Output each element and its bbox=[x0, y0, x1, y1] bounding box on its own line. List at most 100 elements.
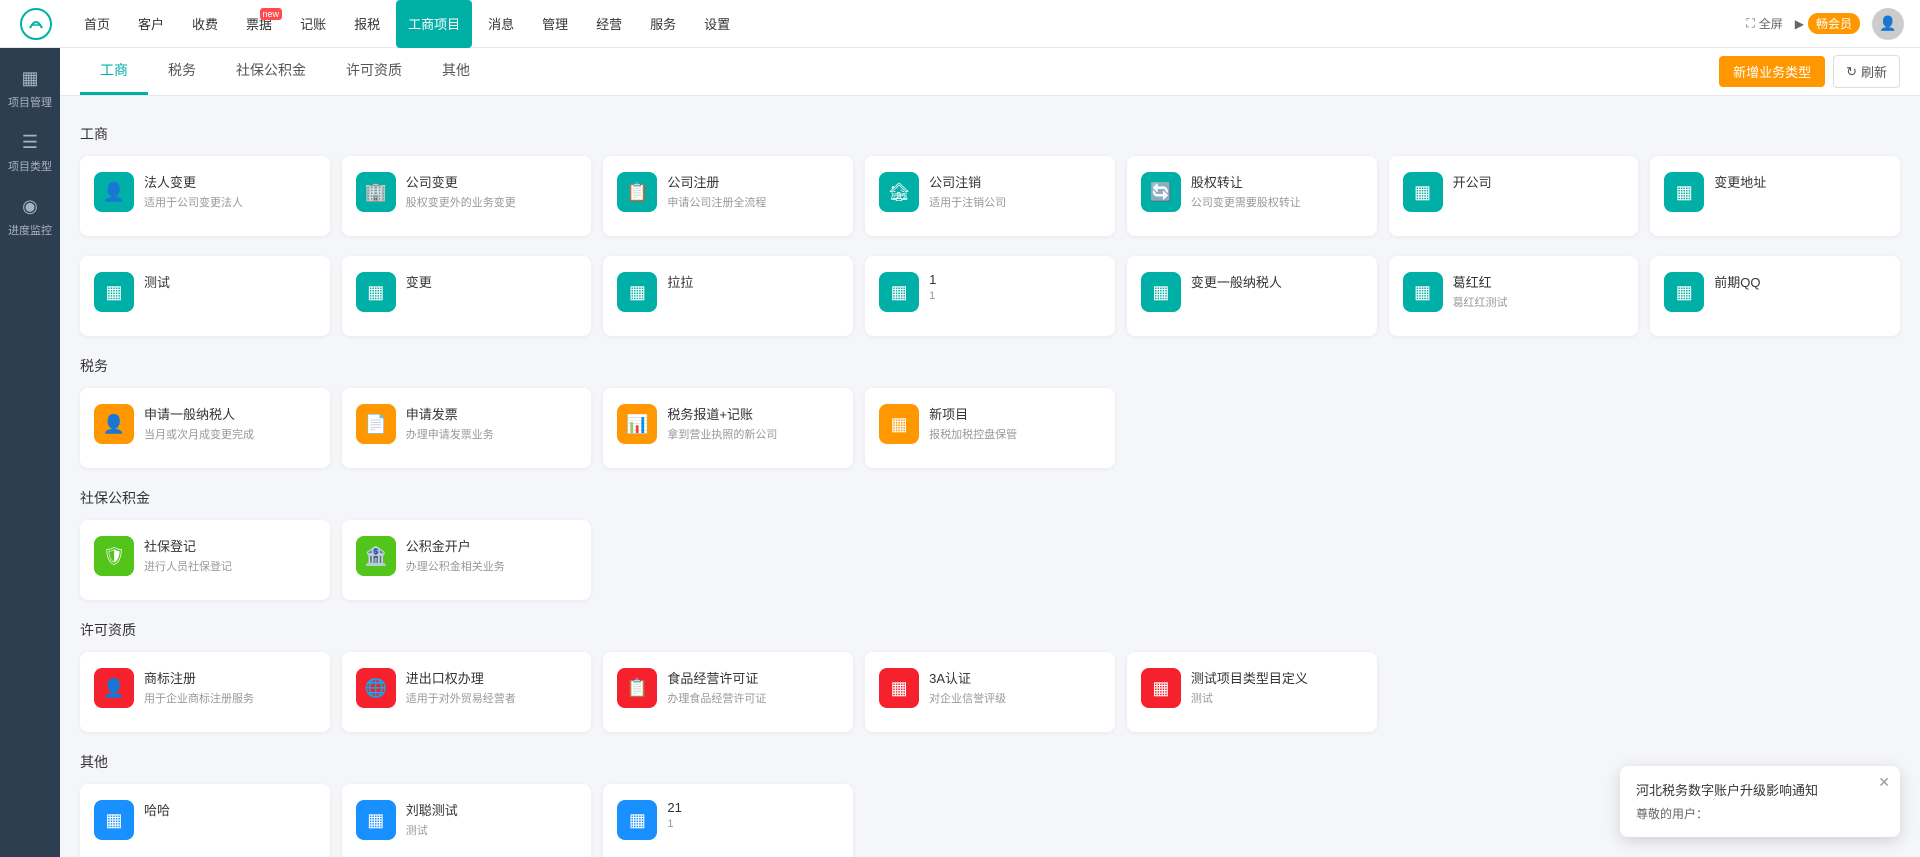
sidebar-item-0[interactable]: ▦项目管理 bbox=[0, 56, 60, 120]
card-icon-5-1: ▦ bbox=[356, 800, 396, 840]
card-4-3[interactable]: ▦3A认证对企业信誉评级 bbox=[865, 652, 1115, 732]
card-desc-0-1: 股权变更外的业务变更 bbox=[406, 194, 578, 210]
card-2-1[interactable]: 📄申请发票办理申请发票业务 bbox=[342, 388, 592, 468]
sidebar-icon-2: ◉ bbox=[18, 194, 42, 218]
nav-items: 首页客户收费票据new记账报税工商项目消息管理经营服务设置 bbox=[72, 0, 1746, 48]
card-3-0[interactable]: 🛡社保登记进行人员社保登记 bbox=[80, 520, 330, 600]
nav-item-设置[interactable]: 设置 bbox=[692, 0, 742, 48]
card-name-5-1: 刘聪测试 bbox=[406, 800, 578, 819]
card-4-4[interactable]: ▦测试项目类型目定义测试 bbox=[1127, 652, 1377, 732]
nav-item-记账[interactable]: 记账 bbox=[288, 0, 338, 48]
nav-item-首页[interactable]: 首页 bbox=[72, 0, 122, 48]
card-icon-2-0: 👤 bbox=[94, 404, 134, 444]
card-1-6[interactable]: ▦前期QQ bbox=[1650, 256, 1900, 336]
card-icon-1-6: ▦ bbox=[1664, 272, 1704, 312]
card-name-4-4: 测试项目类型目定义 bbox=[1191, 668, 1363, 687]
card-5-2[interactable]: ▦211 bbox=[603, 784, 853, 857]
card-info-2-1: 申请发票办理申请发票业务 bbox=[406, 404, 578, 442]
card-0-3[interactable]: 🏚公司注销适用于注销公司 bbox=[865, 156, 1115, 236]
avatar[interactable]: 👤 bbox=[1872, 8, 1904, 40]
content-area: 工商👤法人变更适用于公司变更法人🏢公司变更股权变更外的业务变更📋公司注册申请公司… bbox=[60, 96, 1920, 857]
fullscreen-label: 全屏 bbox=[1759, 15, 1783, 32]
nav-item-管理[interactable]: 管理 bbox=[530, 0, 580, 48]
card-3-1[interactable]: 🏦公积金开户办理公积金相关业务 bbox=[342, 520, 592, 600]
sidebar-item-2[interactable]: ◉ 进度监控 bbox=[0, 184, 60, 248]
sidebar-item-1[interactable]: ☰项目类型 bbox=[0, 120, 60, 184]
card-2-2[interactable]: 📊税务报道+记账拿到营业执照的新公司 bbox=[603, 388, 853, 468]
member-button[interactable]: ▶ 畅会员 bbox=[1795, 13, 1860, 34]
fullscreen-button[interactable]: ⛶ 全屏 bbox=[1746, 15, 1782, 32]
card-desc-5-2: 1 bbox=[667, 818, 839, 830]
card-1-0[interactable]: ▦测试 bbox=[80, 256, 330, 336]
card-info-1-3: 11 bbox=[929, 272, 1101, 302]
card-info-3-1: 公积金开户办理公积金相关业务 bbox=[406, 536, 578, 574]
card-0-4[interactable]: 🔄股权转让公司变更需要股权转让 bbox=[1127, 156, 1377, 236]
card-0-6[interactable]: ▦变更地址 bbox=[1650, 156, 1900, 236]
card-info-0-1: 公司变更股权变更外的业务变更 bbox=[406, 172, 578, 210]
nav-item-服务[interactable]: 服务 bbox=[638, 0, 688, 48]
nav-item-消息[interactable]: 消息 bbox=[476, 0, 526, 48]
add-type-button[interactable]: 新增业务类型 bbox=[1719, 56, 1825, 87]
member-icon: ▶ bbox=[1795, 17, 1804, 31]
refresh-button[interactable]: ↻ 刷新 bbox=[1833, 55, 1900, 88]
notification-title: 河北税务数字账户升级影响通知 bbox=[1636, 780, 1884, 799]
card-info-2-3: 新项目报税加税控盘保管 bbox=[929, 404, 1101, 442]
card-info-0-4: 股权转让公司变更需要股权转让 bbox=[1191, 172, 1363, 210]
card-name-0-4: 股权转让 bbox=[1191, 172, 1363, 191]
card-desc-2-2: 拿到营业执照的新公司 bbox=[667, 426, 839, 442]
card-1-3[interactable]: ▦11 bbox=[865, 256, 1115, 336]
card-info-4-2: 食品经营许可证办理食品经营许可证 bbox=[667, 668, 839, 706]
card-5-1[interactable]: ▦ 刘聪测试测试 bbox=[342, 784, 592, 857]
card-2-3[interactable]: ▦新项目报税加税控盘保管 bbox=[865, 388, 1115, 468]
sub-tab-工商[interactable]: 工商 bbox=[80, 48, 148, 95]
card-0-1[interactable]: 🏢公司变更股权变更外的业务变更 bbox=[342, 156, 592, 236]
cards-grid-3: 🛡社保登记进行人员社保登记🏦公积金开户办理公积金相关业务 bbox=[80, 520, 1900, 600]
card-1-2[interactable]: ▦拉拉 bbox=[603, 256, 853, 336]
nav-item-收费[interactable]: 收费 bbox=[180, 0, 230, 48]
cards-grid-4: 👤商标注册用于企业商标注册服务🌐进出口权办理适用于对外贸易经营者📋食品经营许可证… bbox=[80, 652, 1900, 732]
card-4-2[interactable]: 📋食品经营许可证办理食品经营许可证 bbox=[603, 652, 853, 732]
card-info-2-2: 税务报道+记账拿到营业执照的新公司 bbox=[667, 404, 839, 442]
card-name-1-2: 拉拉 bbox=[667, 272, 839, 291]
nav-badge-new: new bbox=[260, 8, 283, 20]
card-2-0[interactable]: 👤申请一般纳税人当月或次月成变更完成 bbox=[80, 388, 330, 468]
card-5-0[interactable]: ▦哈哈 bbox=[80, 784, 330, 857]
card-1-5[interactable]: ▦葛红红葛红红测试 bbox=[1389, 256, 1639, 336]
nav-item-客户[interactable]: 客户 bbox=[126, 0, 176, 48]
card-1-1[interactable]: ▦ 变更 bbox=[342, 256, 592, 336]
nav-item-工商项目[interactable]: 工商项目 bbox=[396, 0, 472, 48]
card-name-0-2: 公司注册 bbox=[667, 172, 839, 191]
sub-tab-社保公积金[interactable]: 社保公积金 bbox=[216, 48, 326, 95]
card-desc-4-2: 办理食品经营许可证 bbox=[667, 690, 839, 706]
card-0-5[interactable]: ▦开公司 bbox=[1389, 156, 1639, 236]
nav-item-报税[interactable]: 报税 bbox=[342, 0, 392, 48]
sidebar-label-0: 项目管理 bbox=[8, 94, 52, 110]
card-4-1[interactable]: 🌐进出口权办理适用于对外贸易经营者 bbox=[342, 652, 592, 732]
refresh-icon: ↻ bbox=[1846, 64, 1857, 80]
card-name-1-3: 1 bbox=[929, 272, 1101, 287]
sidebar-label-2: 进度监控 bbox=[8, 222, 52, 238]
card-info-5-2: 211 bbox=[667, 800, 839, 830]
card-0-2[interactable]: 📋公司注册申请公司注册全流程 bbox=[603, 156, 853, 236]
card-icon-0-6: ▦ bbox=[1664, 172, 1704, 212]
logo[interactable] bbox=[16, 4, 56, 44]
card-4-0[interactable]: 👤商标注册用于企业商标注册服务 bbox=[80, 652, 330, 732]
card-desc-0-2: 申请公司注册全流程 bbox=[667, 194, 839, 210]
nav-item-票据[interactable]: 票据new bbox=[234, 0, 284, 48]
card-desc-2-3: 报税加税控盘保管 bbox=[929, 426, 1101, 442]
card-1-4[interactable]: ▦变更一般纳税人 bbox=[1127, 256, 1377, 336]
notification-close-button[interactable]: ✕ bbox=[1878, 774, 1890, 791]
sub-tab-税务[interactable]: 税务 bbox=[148, 48, 216, 95]
layout: ▦项目管理☰项目类型◉进度监控 工商税务社保公积金许可资质其他 新增业务类型 ↻… bbox=[0, 48, 1920, 857]
sub-tab-许可资质[interactable]: 许可资质 bbox=[326, 48, 422, 95]
nav-item-经营[interactable]: 经营 bbox=[584, 0, 634, 48]
card-desc-3-1: 办理公积金相关业务 bbox=[406, 558, 578, 574]
card-icon-1-1: ▦ bbox=[356, 272, 396, 312]
card-0-0[interactable]: 👤法人变更适用于公司变更法人 bbox=[80, 156, 330, 236]
sub-tab-其他[interactable]: 其他 bbox=[422, 48, 490, 95]
card-icon-1-0: ▦ bbox=[94, 272, 134, 312]
sidebar-icon-1: ☰ bbox=[18, 130, 42, 154]
card-info-5-1: 刘聪测试测试 bbox=[406, 800, 578, 838]
card-info-1-1: 变更 bbox=[406, 272, 578, 291]
sub-tabs: 工商税务社保公积金许可资质其他 bbox=[80, 48, 490, 95]
